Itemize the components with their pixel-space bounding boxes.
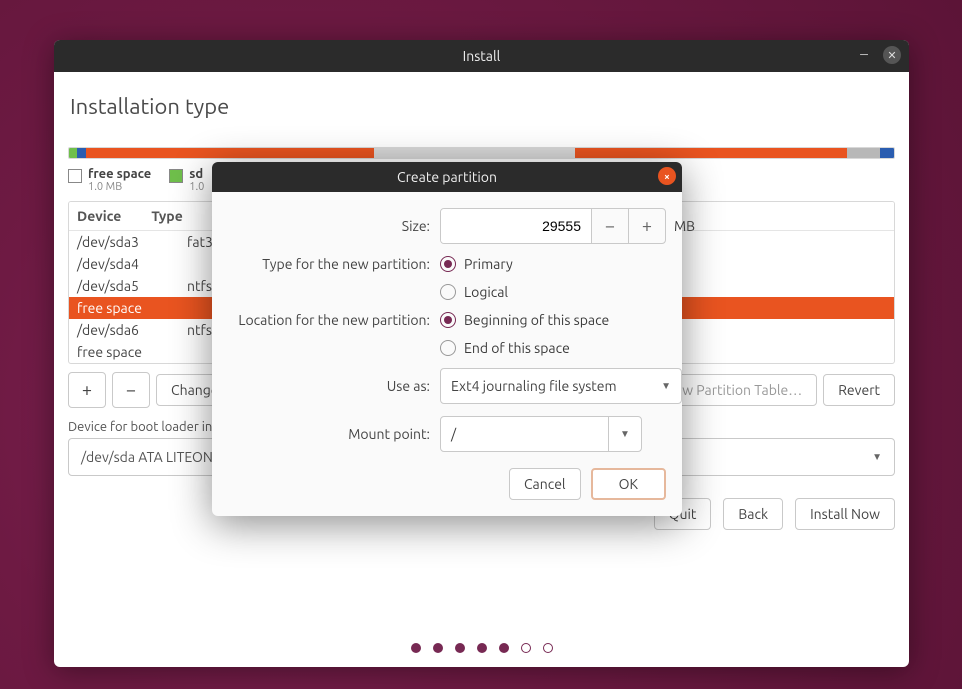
size-unit: MB	[674, 218, 695, 234]
legend-label: sd	[189, 167, 204, 181]
radio-beginning[interactable]	[440, 312, 456, 328]
chevron-down-icon: ▼	[661, 380, 671, 392]
remove-button[interactable]: −	[112, 372, 150, 408]
legend-swatch-icon	[169, 169, 183, 183]
minimize-icon[interactable]: ─	[855, 46, 873, 64]
back-button[interactable]: Back	[723, 498, 783, 530]
size-increment-button[interactable]: +	[628, 209, 665, 243]
dialog-titlebar: Create partition ×	[212, 162, 682, 192]
close-icon[interactable]: ✕	[883, 46, 901, 64]
size-decrement-button[interactable]: −	[591, 209, 628, 243]
radio-logical-label: Logical	[464, 284, 508, 300]
dialog-body: Size: − + MB Type for the new partition:…	[212, 192, 682, 516]
close-icon[interactable]: ×	[658, 167, 676, 185]
page-title: Installation type	[70, 94, 895, 119]
mount-point-combo[interactable]: / ▼	[440, 416, 642, 452]
cell-type: ntfs	[187, 322, 212, 338]
radio-beginning-label: Beginning of this space	[464, 312, 609, 328]
disk-segment	[77, 148, 85, 158]
size-spinbox: − +	[440, 208, 666, 244]
dot-icon	[499, 643, 509, 653]
disk-segment	[86, 148, 375, 158]
radio-end-label: End of this space	[464, 340, 570, 356]
legend-swatch-icon	[68, 169, 82, 183]
cancel-button[interactable]: Cancel	[509, 468, 581, 500]
legend-sublabel: 1.0 MB	[88, 181, 151, 193]
disk-segment	[847, 148, 880, 158]
disk-usage-strip	[68, 147, 895, 159]
cell-device: /dev/sda6	[77, 322, 157, 338]
radio-primary-label: Primary	[464, 256, 513, 272]
legend-item: free space1.0 MB	[68, 167, 151, 193]
cell-device: /dev/sda4	[77, 256, 157, 272]
ok-button[interactable]: OK	[591, 468, 666, 500]
use-as-select[interactable]: Ext4 journaling file system ▼	[440, 368, 682, 404]
dot-icon	[433, 643, 443, 653]
use-as-value: Ext4 journaling file system	[451, 378, 617, 394]
radio-end[interactable]	[440, 340, 456, 356]
progress-dots	[54, 643, 909, 653]
cell-device: /dev/sda5	[77, 278, 157, 294]
chevron-down-icon[interactable]: ▼	[608, 417, 641, 451]
dot-icon	[455, 643, 465, 653]
dialog-title: Create partition	[397, 169, 497, 185]
legend-item: sd1.0	[169, 167, 204, 193]
radio-primary[interactable]	[440, 256, 456, 272]
window-titlebar: Install ─ ✕	[54, 40, 909, 72]
legend-sublabel: 1.0	[189, 181, 204, 193]
mount-point-label: Mount point:	[220, 426, 440, 442]
partition-type-label: Type for the new partition:	[220, 256, 440, 272]
window-controls: ─ ✕	[855, 46, 901, 64]
cell-device: /dev/sda3	[77, 234, 157, 250]
dot-icon	[411, 643, 421, 653]
cell-device: free space	[77, 300, 157, 316]
size-label: Size:	[220, 218, 440, 234]
dialog-buttons: Cancel OK	[220, 464, 666, 500]
disk-segment	[880, 148, 894, 158]
window-title: Install	[463, 48, 501, 64]
col-type: Type	[151, 208, 182, 224]
disk-segment	[377, 148, 575, 158]
create-partition-dialog: Create partition × Size: − + MB Type for…	[212, 162, 682, 516]
cell-device: free space	[77, 344, 157, 360]
dot-hollow-icon	[543, 643, 553, 653]
mount-point-value: /	[441, 426, 608, 442]
use-as-label: Use as:	[220, 378, 440, 394]
disk-segment	[69, 148, 77, 158]
radio-logical[interactable]	[440, 284, 456, 300]
col-device: Device	[77, 208, 121, 224]
disk-segment	[575, 148, 847, 158]
install-now-button[interactable]: Install Now	[795, 498, 895, 530]
cell-type: ntfs	[187, 278, 212, 294]
chevron-down-icon: ▼	[872, 451, 882, 463]
size-input[interactable]	[441, 209, 591, 243]
revert-button[interactable]: Revert	[823, 374, 895, 406]
add-button[interactable]: +	[68, 372, 106, 408]
legend-label: free space	[88, 167, 151, 181]
partition-location-label: Location for the new partition:	[220, 312, 440, 328]
dot-icon	[477, 643, 487, 653]
dot-hollow-icon	[521, 643, 531, 653]
